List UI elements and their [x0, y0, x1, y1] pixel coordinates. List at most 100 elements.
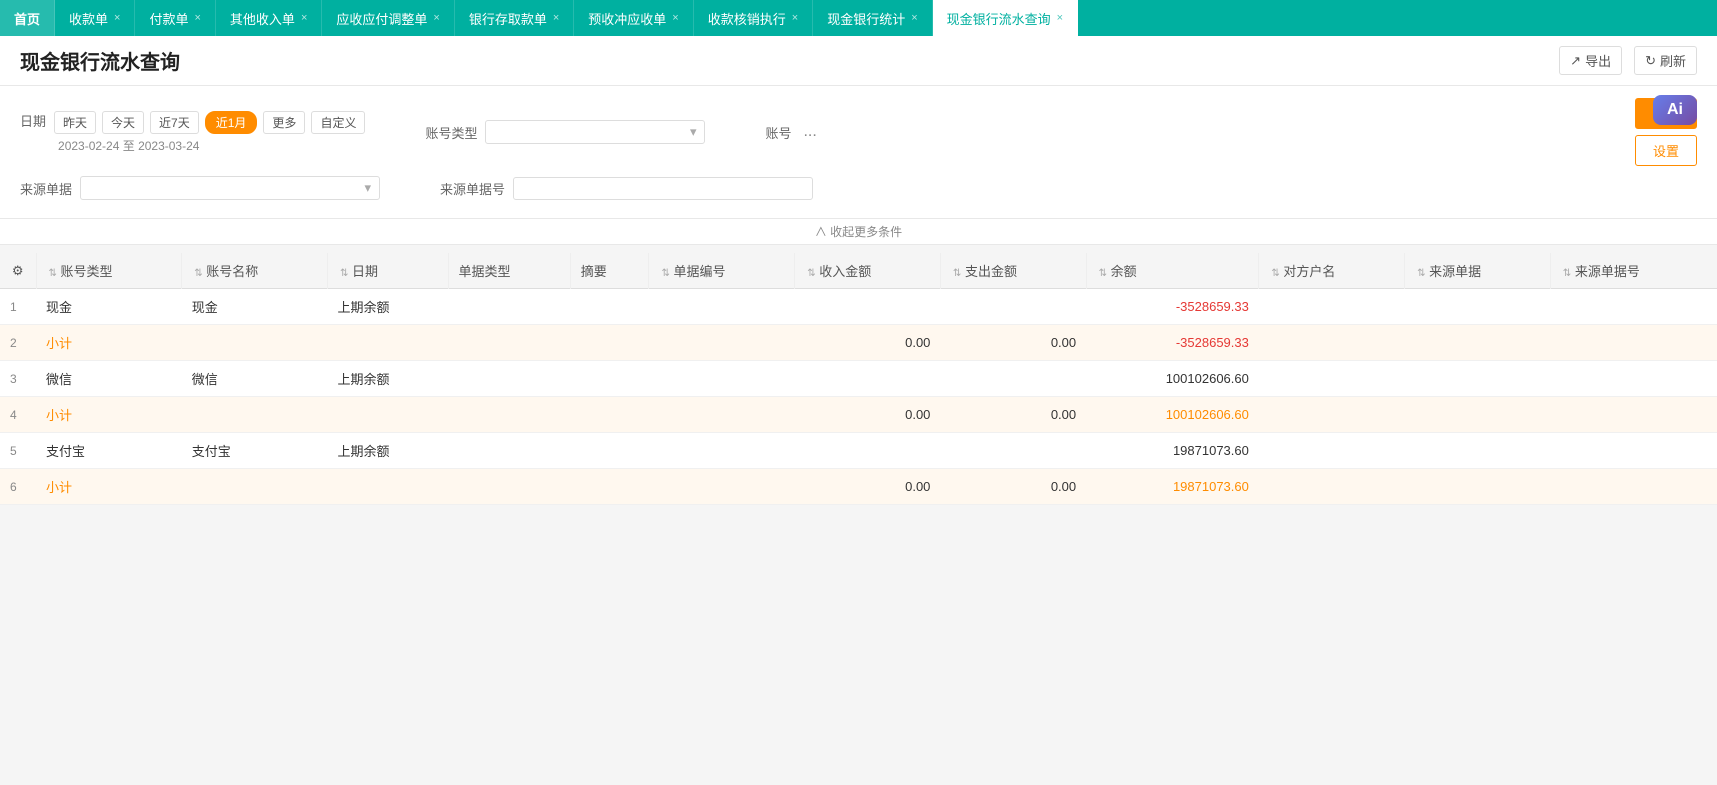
source-doc-num-input[interactable]	[513, 177, 813, 200]
sort-icon: ⇅	[1271, 268, 1279, 279]
filter-row-1: 日期 昨天 今天 近7天 近1月 更多 自定义 2023-02-24 至 202…	[20, 98, 1697, 166]
row-num: 1	[0, 289, 36, 325]
th-date[interactable]: ⇅ 日期	[327, 253, 448, 289]
th-expense[interactable]: ⇅ 支出金额	[940, 253, 1086, 289]
page-title: 现金银行流水查询	[20, 46, 180, 75]
data-table: ⚙ ⇅ 账号类型 ⇅ 账号名称 ⇅ 日期 单据类型 摘要	[0, 253, 1717, 505]
th-source-doc-no[interactable]: ⇅ 来源单据号	[1550, 253, 1717, 289]
account-filter: 账号 ...	[765, 123, 820, 142]
table-row[interactable]: 4 小计 0.00 0.00 100102606.60	[0, 397, 1717, 433]
cell-summary	[570, 433, 649, 469]
cell-date	[327, 397, 448, 433]
table-row[interactable]: 1 现金 现金 上期余额 -3528659.33	[0, 289, 1717, 325]
date-today-btn[interactable]: 今天	[102, 111, 144, 134]
date-buttons-row: 昨天 今天 近7天 近1月 更多 自定义	[54, 111, 365, 134]
cell-doc-no	[649, 397, 795, 433]
cell-expense: 0.00	[940, 325, 1086, 361]
sort-icon: ⇅	[194, 268, 202, 279]
date-custom-btn[interactable]: 自定义	[311, 111, 365, 134]
date-more-btn[interactable]: 更多	[263, 111, 305, 134]
cell-doc-type	[448, 433, 570, 469]
cell-balance: 100102606.60	[1086, 361, 1259, 397]
th-income[interactable]: ⇅ 收入金额	[795, 253, 941, 289]
collapse-bar[interactable]: ∧ 收起更多条件	[0, 219, 1717, 245]
date-1month-btn[interactable]: 近1月	[205, 111, 258, 134]
account-type-filter: 账号类型 ▾	[425, 120, 705, 144]
close-icon[interactable]: ×	[194, 12, 200, 24]
cell-doc-no	[649, 469, 795, 505]
cell-source-doc-no	[1550, 289, 1717, 325]
row-num: 2	[0, 325, 36, 361]
account-label: 账号	[765, 123, 791, 142]
th-account-name[interactable]: ⇅ 账号名称	[182, 253, 328, 289]
close-icon[interactable]: ×	[911, 12, 917, 24]
nav-tab-shoudan[interactable]: 收款单 ×	[55, 0, 135, 36]
close-icon[interactable]: ×	[792, 12, 798, 24]
cell-expense: 0.00	[940, 397, 1086, 433]
source-doc-label: 来源单据	[20, 179, 72, 198]
nav-tab-yingshouyingfu[interactable]: 应收应付调整单 ×	[322, 0, 454, 36]
cell-summary	[570, 289, 649, 325]
cell-expense	[940, 361, 1086, 397]
cell-account-type: 小计	[36, 325, 182, 361]
cell-doc-type	[448, 469, 570, 505]
cell-summary	[570, 361, 649, 397]
cell-doc-no	[649, 433, 795, 469]
sort-icon: ⇅	[953, 268, 961, 279]
close-icon[interactable]: ×	[114, 12, 120, 24]
cell-account-name: 支付宝	[182, 433, 328, 469]
settings-button[interactable]: 设置	[1635, 135, 1697, 166]
source-doc-select[interactable]: ▾	[80, 176, 380, 200]
nav-tab-fukuandan[interactable]: 付款单 ×	[135, 0, 215, 36]
account-dots-btn[interactable]: ...	[799, 123, 820, 141]
table-row[interactable]: 3 微信 微信 上期余额 100102606.60	[0, 361, 1717, 397]
refresh-button[interactable]: ↻ 刷新	[1634, 46, 1697, 75]
cell-source-doc	[1405, 289, 1551, 325]
account-type-select[interactable]: ▾	[485, 120, 705, 144]
cell-expense	[940, 289, 1086, 325]
nav-tab-liushui[interactable]: 现金银行流水查询 ×	[933, 0, 1078, 36]
table-row[interactable]: 6 小计 0.00 0.00 19871073.60	[0, 469, 1717, 505]
cell-summary	[570, 469, 649, 505]
cell-source-doc-no	[1550, 433, 1717, 469]
cell-account-name	[182, 469, 328, 505]
filter-area: 日期 昨天 今天 近7天 近1月 更多 自定义 2023-02-24 至 202…	[0, 86, 1717, 219]
cell-account-type: 微信	[36, 361, 182, 397]
cell-date	[327, 469, 448, 505]
cell-balance: 19871073.60	[1086, 433, 1259, 469]
cell-counterparty	[1259, 361, 1405, 397]
th-counterparty[interactable]: ⇅ 对方户名	[1259, 253, 1405, 289]
th-settings[interactable]: ⚙	[0, 253, 36, 289]
settings-icon: ⚙	[12, 263, 24, 278]
cell-income	[795, 289, 941, 325]
date-yesterday-btn[interactable]: 昨天	[54, 111, 96, 134]
nav-tab-xianjinyinhang[interactable]: 现金银行统计 ×	[813, 0, 932, 36]
chevron-down-icon: ▾	[690, 124, 697, 140]
nav-tab-yinhangcunqu[interactable]: 银行存取款单 ×	[455, 0, 574, 36]
date-7days-btn[interactable]: 近7天	[150, 111, 199, 134]
close-icon[interactable]: ×	[433, 12, 439, 24]
th-balance[interactable]: ⇅ 余额	[1086, 253, 1259, 289]
cell-account-name: 微信	[182, 361, 328, 397]
nav-home[interactable]: 首页	[0, 0, 55, 36]
close-icon[interactable]: ×	[1057, 12, 1063, 24]
nav-tab-qitashouru[interactable]: 其他收入单 ×	[216, 0, 322, 36]
close-icon[interactable]: ×	[553, 12, 559, 24]
cell-expense: 0.00	[940, 469, 1086, 505]
th-doc-no[interactable]: ⇅ 单据编号	[649, 253, 795, 289]
filter-row-2: 来源单据 ▾ 来源单据号	[20, 176, 1697, 200]
nav-tab-shoukuanhexiao[interactable]: 收款核销执行 ×	[694, 0, 813, 36]
date-filter-label: 日期	[20, 111, 46, 130]
cell-account-type: 现金	[36, 289, 182, 325]
close-icon[interactable]: ×	[672, 12, 678, 24]
ai-assistant-badge[interactable]: Ai	[1653, 95, 1697, 125]
table-row[interactable]: 5 支付宝 支付宝 上期余额 19871073.60	[0, 433, 1717, 469]
th-account-type[interactable]: ⇅ 账号类型	[36, 253, 182, 289]
row-num: 4	[0, 397, 36, 433]
cell-account-name	[182, 397, 328, 433]
th-source-doc[interactable]: ⇅ 来源单据	[1405, 253, 1551, 289]
close-icon[interactable]: ×	[301, 12, 307, 24]
export-button[interactable]: ↗ 导出	[1559, 46, 1622, 75]
table-row[interactable]: 2 小计 0.00 0.00 -3528659.33	[0, 325, 1717, 361]
nav-tab-yushouzhong[interactable]: 预收冲应收单 ×	[574, 0, 693, 36]
